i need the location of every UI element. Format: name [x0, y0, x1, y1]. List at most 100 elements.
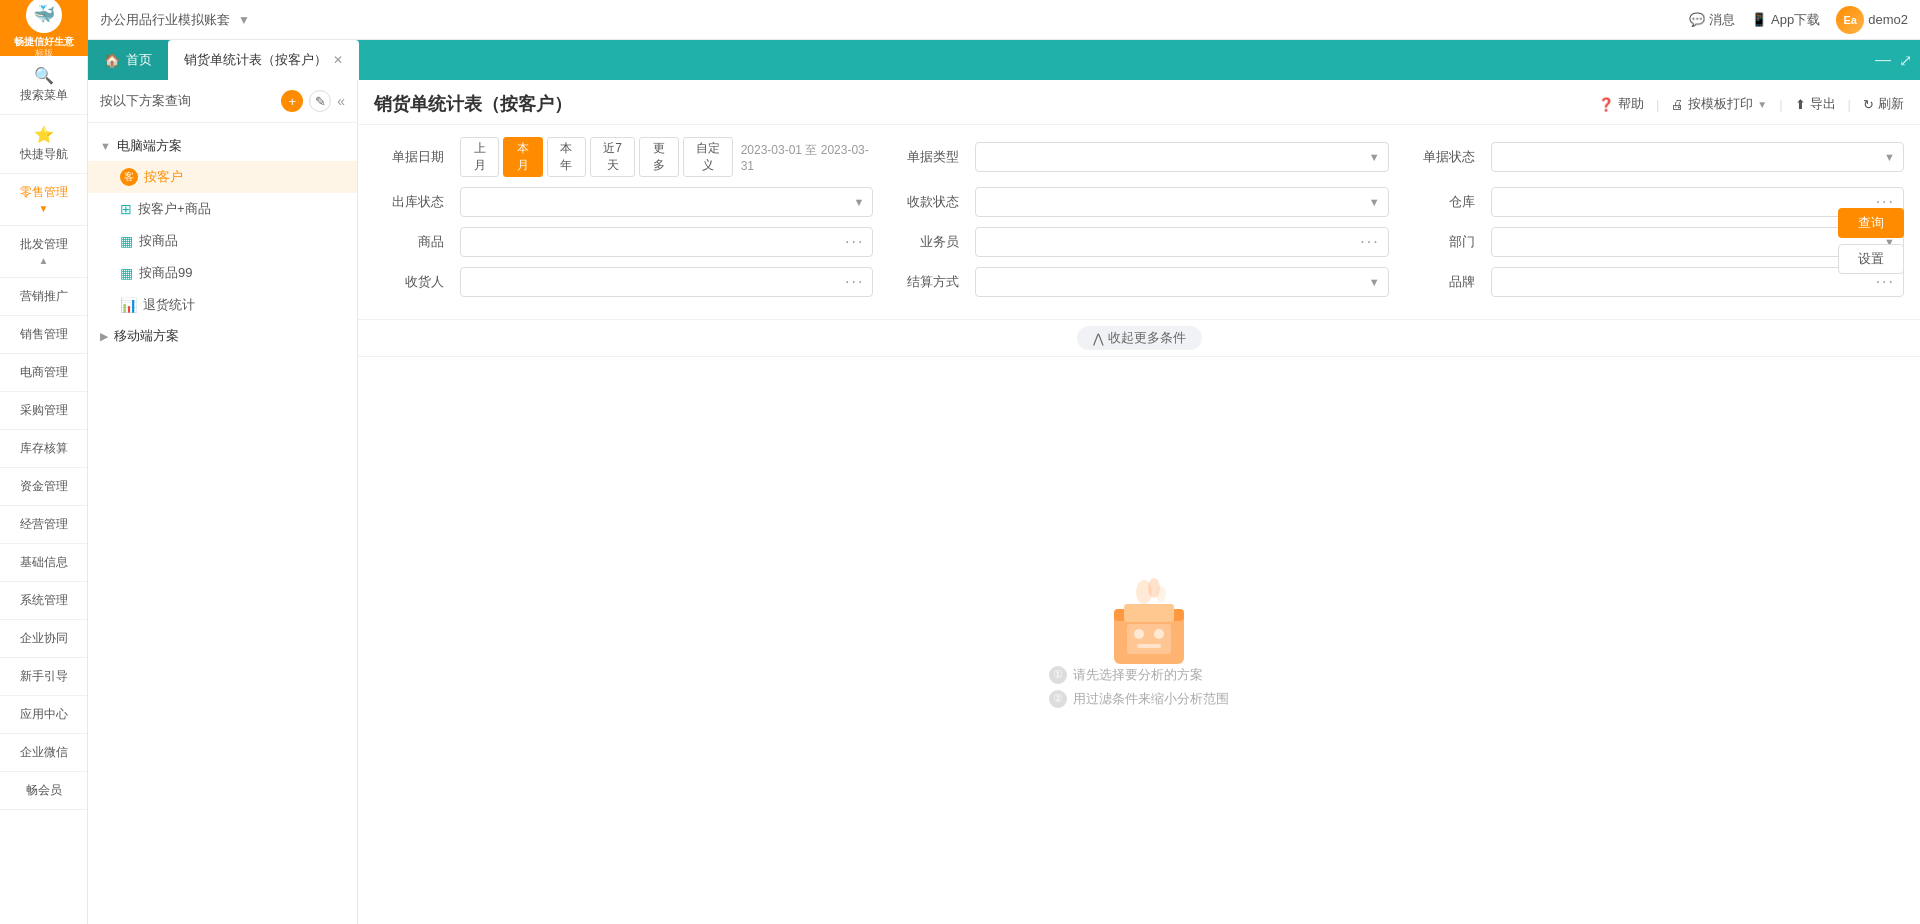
date-btn-last-month[interactable]: 上月	[460, 137, 499, 177]
sidebar-item-operations[interactable]: 经营管理	[0, 506, 87, 544]
sidebar-item-guide[interactable]: 新手引导	[0, 658, 87, 696]
add-scheme-btn[interactable]: +	[281, 90, 303, 112]
customer-icon: 客	[120, 168, 138, 186]
tree-item-by-product99[interactable]: ▦ 按商品99	[88, 257, 357, 289]
sidebar-item-enterprise[interactable]: 企业协同	[0, 620, 87, 658]
tab-close-btn[interactable]: ✕	[333, 53, 343, 67]
breadcrumb-dropdown[interactable]: ▼	[238, 13, 250, 27]
svg-point-2	[1156, 586, 1166, 602]
sidebar-item-wholesale[interactable]: 批发管理 ▲	[0, 226, 87, 278]
collapse-label: 收起更多条件	[1108, 329, 1186, 347]
empty-illustration	[1089, 574, 1189, 654]
date-range: 2023-03-01 至 2023-03-31	[741, 142, 874, 173]
doc-type-control[interactable]: ▼	[975, 142, 1388, 172]
out-status-control[interactable]: ▼	[460, 187, 873, 217]
settlement-control[interactable]: ▼	[975, 267, 1388, 297]
sidebar-item-basic[interactable]: 基础信息	[0, 544, 87, 582]
topbar-right: 💬 消息 📱 App下载 Ea demo2	[1689, 6, 1908, 34]
collapse-panel-btn[interactable]: «	[337, 93, 345, 109]
message-btn[interactable]: 💬 消息	[1689, 11, 1735, 29]
settlement-select[interactable]: ▼	[975, 267, 1388, 297]
tabbar-spacer	[359, 40, 1867, 80]
date-btn-this-month[interactable]: 本月	[503, 137, 542, 177]
salesperson-select[interactable]: ···	[975, 227, 1388, 257]
recipient-select[interactable]: ···	[460, 267, 873, 297]
tabbar: 🏠 首页 销货单统计表（按客户） ✕ — ⤢	[88, 40, 1920, 80]
sidebar-nav[interactable]: ⭐ 快捷导航	[0, 115, 87, 174]
product-select[interactable]: ···	[460, 227, 873, 257]
tree-item-return-stats[interactable]: 📊 退货统计	[88, 289, 357, 321]
refresh-label: 刷新	[1878, 95, 1904, 113]
out-status-arrow-icon: ▼	[853, 196, 864, 208]
tree-item-by-customer[interactable]: 客 按客户	[88, 161, 357, 193]
purchase-label: 采购管理	[4, 402, 83, 419]
settings-btn[interactable]: 设置	[1838, 244, 1904, 274]
sidebar-item-sales[interactable]: 销售管理	[0, 316, 87, 354]
date-btn-7days[interactable]: 近7天	[590, 137, 635, 177]
payment-status-arrow-icon: ▼	[1369, 196, 1380, 208]
hint-num-2: ②	[1049, 690, 1067, 708]
left-panel-title: 按以下方案查询	[100, 92, 191, 110]
filter-row2: 出库状态 ▼ 收款状态 ▼	[374, 187, 1904, 217]
tab-sales-label: 销货单统计表（按客户）	[184, 51, 327, 69]
query-btn[interactable]: 查询	[1838, 208, 1904, 238]
recipient-control[interactable]: ···	[460, 267, 873, 297]
doc-type-arrow-icon: ▼	[1369, 151, 1380, 163]
salesperson-label: 业务员	[889, 233, 959, 251]
tree-mobile-section[interactable]: ▶ 移动端方案	[88, 321, 357, 351]
empty-svg	[1089, 574, 1209, 674]
sidebar-item-purchase[interactable]: 采购管理	[0, 392, 87, 430]
out-status-select[interactable]: ▼	[460, 187, 873, 217]
doc-type-label: 单据类型	[889, 148, 959, 166]
minimize-btn[interactable]: —	[1875, 51, 1891, 69]
sidebar-item-apps[interactable]: 应用中心	[0, 696, 87, 734]
export-btn[interactable]: ⬆ 导出	[1795, 95, 1836, 113]
tab-home[interactable]: 🏠 首页	[88, 40, 168, 80]
basic-label: 基础信息	[4, 554, 83, 571]
sidebar-item-wechat[interactable]: 企业微信	[0, 734, 87, 772]
refresh-btn[interactable]: ↻ 刷新	[1863, 95, 1904, 113]
sidebar-item-finance[interactable]: 资金管理	[0, 468, 87, 506]
scheme-tree: ▼ 电脑端方案 客 按客户 ⊞ 按客户+商品 ▦ 按商品 ▦ 按商品99	[88, 123, 357, 359]
sidebar-item-member[interactable]: 畅会员	[0, 772, 87, 810]
left-panel-actions: + ✎ «	[281, 90, 345, 112]
edit-scheme-btn[interactable]: ✎	[309, 90, 331, 112]
search-label: 搜索菜单	[4, 87, 83, 104]
date-btn-this-year[interactable]: 本年	[547, 137, 586, 177]
date-btn-custom[interactable]: 自定义	[683, 137, 733, 177]
sidebar-search[interactable]: 🔍 搜索菜单	[0, 56, 87, 115]
user-profile[interactable]: Ea demo2	[1836, 6, 1908, 34]
date-btn-more[interactable]: 更多	[639, 137, 678, 177]
by-product-label: 按商品	[139, 232, 178, 250]
print-btn[interactable]: 🖨 按模板打印 ▼	[1671, 95, 1767, 113]
retail-label: 零售管理	[4, 184, 83, 201]
sidebar-item-system[interactable]: 系统管理	[0, 582, 87, 620]
payment-status-control[interactable]: ▼	[975, 187, 1388, 217]
product-control[interactable]: ···	[460, 227, 873, 257]
customer-product-label: 按客户+商品	[138, 200, 211, 218]
doc-type-select[interactable]: ▼	[975, 142, 1388, 172]
tree-item-customer-product[interactable]: ⊞ 按客户+商品	[88, 193, 357, 225]
sidebar-item-retail[interactable]: 零售管理 ▼	[0, 174, 87, 226]
collapse-bar[interactable]: ⋀ 收起更多条件	[358, 320, 1920, 357]
payment-status-select[interactable]: ▼	[975, 187, 1388, 217]
sidebar-item-marketing[interactable]: 营销推广	[0, 278, 87, 316]
out-status-label: 出库状态	[374, 193, 444, 211]
sidebar-item-ecommerce[interactable]: 电商管理	[0, 354, 87, 392]
finance-label: 资金管理	[4, 478, 83, 495]
doc-status-control[interactable]: ▼	[1491, 142, 1904, 172]
payment-status-label: 收款状态	[889, 193, 959, 211]
sidebar-item-inventory[interactable]: 库存核算	[0, 430, 87, 468]
svg-rect-5	[1124, 604, 1174, 622]
tree-desktop-section[interactable]: ▼ 电脑端方案	[88, 131, 357, 161]
empty-state: ① 请先选择要分析的方案 ② 用过滤条件来缩小分析范围	[358, 357, 1920, 924]
print-label: 按模板打印	[1688, 95, 1753, 113]
app-download-btn[interactable]: 📱 App下载	[1751, 11, 1820, 29]
tree-item-by-product[interactable]: ▦ 按商品	[88, 225, 357, 257]
maximize-btn[interactable]: ⤢	[1899, 51, 1912, 70]
sidebar: 🐳 畅捷信好生意 标版 🔍 搜索菜单 ⭐ 快捷导航 零售管理 ▼ 批发管理 ▲ …	[0, 0, 88, 924]
help-btn[interactable]: ❓ 帮助	[1598, 95, 1644, 113]
salesperson-control[interactable]: ···	[975, 227, 1388, 257]
tab-sales-report[interactable]: 销货单统计表（按客户） ✕	[168, 40, 359, 80]
doc-status-select[interactable]: ▼	[1491, 142, 1904, 172]
